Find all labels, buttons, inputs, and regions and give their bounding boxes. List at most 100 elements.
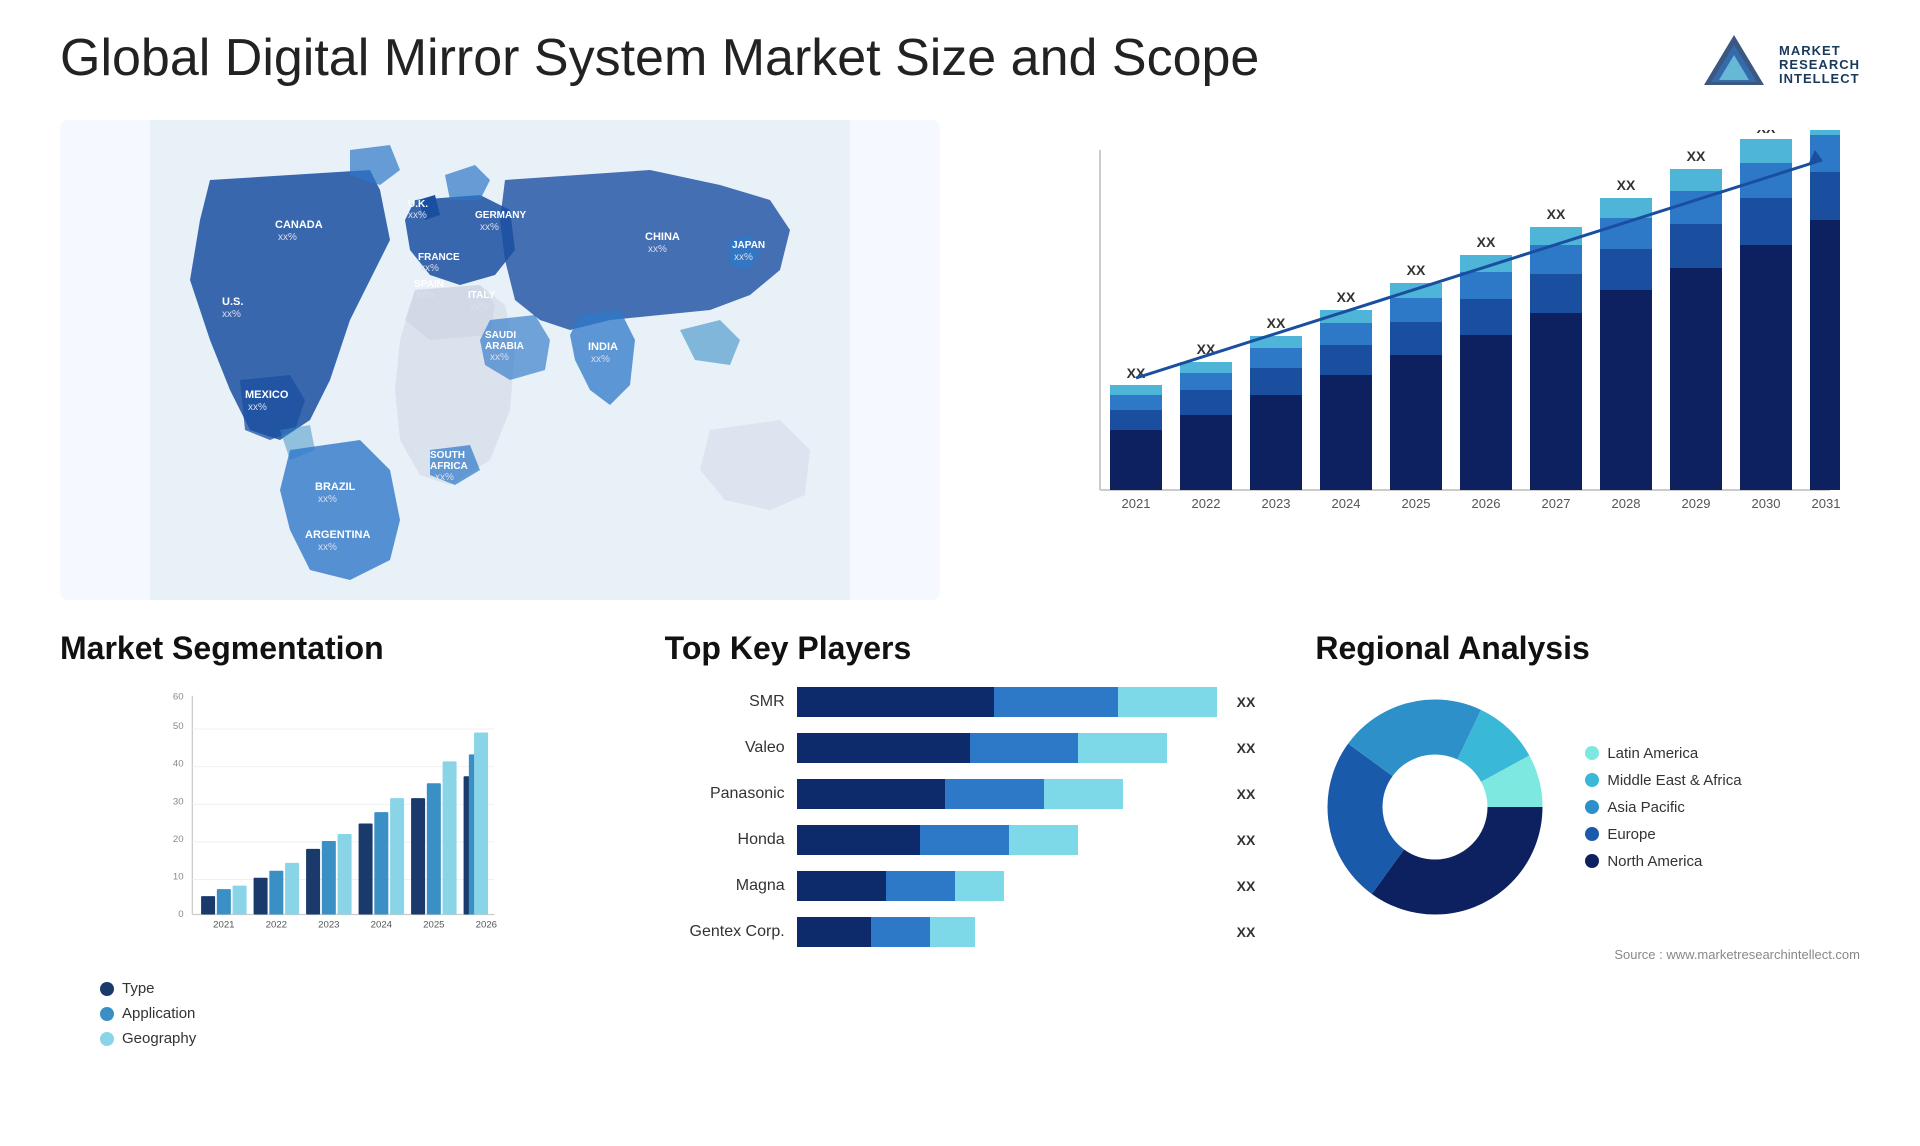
hbar-seg-0-0 — [797, 687, 995, 717]
svg-text:50: 50 — [173, 721, 184, 732]
svg-text:20: 20 — [173, 834, 184, 845]
svg-text:2021: 2021 — [213, 920, 234, 931]
svg-text:2025: 2025 — [423, 920, 444, 931]
segmentation-title: Market Segmentation — [60, 630, 605, 667]
logo-line3: INTELLECT — [1779, 72, 1860, 86]
hbar-seg-1-1 — [970, 733, 1079, 763]
svg-text:XX: XX — [1337, 289, 1356, 305]
svg-text:xx%: xx% — [470, 302, 489, 313]
svg-text:2030: 2030 — [1752, 496, 1781, 511]
hbar-row-magna: MagnaXX — [665, 871, 1256, 901]
source-text: Source : www.marketresearchintellect.com — [1315, 947, 1860, 962]
hbars-container: SMRXXValeoXXPanasonicXXHondaXXMagnaXXGen… — [665, 687, 1256, 947]
legend-north-america: North America — [1585, 853, 1741, 870]
hbar-row-valeo: Valeo XX — [665, 733, 1256, 763]
svg-text:xx%: xx% — [480, 222, 499, 233]
legend-application: Application — [100, 1005, 605, 1022]
svg-text:xx%: xx% — [490, 352, 509, 363]
hbar-track-4 — [797, 871, 1217, 901]
world-map-section: CANADA xx% U.S. xx% MEXICO xx% BRAZIL xx… — [60, 120, 940, 600]
legend-europe: Europe — [1585, 826, 1741, 843]
hbar-seg-5-0 — [797, 917, 871, 947]
legend-type: Type — [100, 980, 605, 997]
hbar-value-5: XX — [1237, 924, 1256, 940]
hbar-label-0: SMR — [665, 693, 785, 711]
svg-text:xx%: xx% — [420, 263, 439, 274]
svg-text:xx%: xx% — [248, 402, 267, 413]
svg-text:XX: XX — [1407, 262, 1426, 278]
hbar-seg-0-2 — [1118, 687, 1217, 717]
hbar-seg-1-2 — [1078, 733, 1167, 763]
dot-asia-pacific — [1585, 800, 1599, 814]
svg-text:40: 40 — [173, 759, 184, 770]
svg-text:JAPAN: JAPAN — [732, 240, 765, 251]
svg-text:xx%: xx% — [222, 309, 241, 320]
logo-icon — [1699, 30, 1769, 100]
dot-europe — [1585, 827, 1599, 841]
svg-text:2031: 2031 — [1812, 496, 1840, 511]
svg-text:2024: 2024 — [1332, 496, 1361, 511]
svg-text:FRANCE: FRANCE — [418, 252, 460, 263]
svg-text:2025: 2025 — [1402, 496, 1431, 511]
logo-text: MARKET RESEARCH INTELLECT — [1779, 44, 1860, 87]
svg-text:0: 0 — [178, 909, 183, 920]
hbar-seg-3-1 — [920, 825, 1009, 855]
svg-text:xx%: xx% — [408, 210, 427, 221]
legend-asia-pacific: Asia Pacific — [1585, 799, 1741, 816]
hbar-seg-3-0 — [797, 825, 921, 855]
svg-text:XX: XX — [1547, 206, 1566, 222]
svg-text:xx%: xx% — [278, 232, 297, 243]
svg-text:U.K.: U.K. — [408, 199, 428, 210]
svg-text:BRAZIL: BRAZIL — [315, 481, 356, 493]
hbar-value-1: XX — [1237, 740, 1256, 756]
logo: MARKET RESEARCH INTELLECT — [1699, 30, 1860, 100]
svg-text:60: 60 — [173, 691, 184, 702]
hbar-row-honda: HondaXX — [665, 825, 1256, 855]
hbar-track-0 — [797, 687, 1217, 717]
hbar-label-2: Panasonic — [665, 785, 785, 803]
hbar-label-1: Valeo — [665, 739, 785, 757]
label-latin-america: Latin America — [1607, 745, 1698, 762]
svg-text:SPAIN: SPAIN — [414, 279, 444, 290]
svg-text:ITALY: ITALY — [468, 290, 496, 301]
legend-geography: Geography — [100, 1030, 605, 1047]
label-asia-pacific: Asia Pacific — [1607, 799, 1685, 816]
key-players-section: Top Key Players SMRXXValeoXXPanasonicXXH… — [645, 630, 1276, 1047]
hbar-seg-2-2 — [1044, 779, 1123, 809]
svg-text:U.S.: U.S. — [222, 296, 243, 308]
legend-dot-geography — [100, 1032, 114, 1046]
svg-text:xx%: xx% — [416, 290, 435, 301]
regional-title: Regional Analysis — [1315, 630, 1860, 667]
trend-chart-section: XX 2021 XX 2022 XX 2023 — [980, 120, 1860, 600]
svg-text:xx%: xx% — [318, 542, 337, 553]
hbar-value-4: XX — [1237, 878, 1256, 894]
svg-text:xx%: xx% — [591, 354, 610, 365]
svg-text:AFRICA: AFRICA — [430, 461, 468, 472]
label-europe: Europe — [1607, 826, 1655, 843]
svg-text:xx%: xx% — [318, 494, 337, 505]
logo-line1: MARKET — [1779, 44, 1860, 58]
hbar-seg-1-0 — [797, 733, 970, 763]
hbar-row-smr: SMRXX — [665, 687, 1256, 717]
svg-text:2027: 2027 — [1542, 496, 1571, 511]
label-middle-east: Middle East & Africa — [1607, 772, 1741, 789]
svg-text:ARGENTINA: ARGENTINA — [305, 529, 370, 541]
hbar-seg-4-0 — [797, 871, 886, 901]
page-title: Global Digital Mirror System Market Size… — [60, 30, 1259, 87]
svg-text:SAUDI: SAUDI — [485, 330, 516, 341]
hbar-track-2 — [797, 779, 1217, 809]
dot-middle-east — [1585, 773, 1599, 787]
hbar-value-2: XX — [1237, 786, 1256, 802]
svg-text:2026: 2026 — [476, 920, 497, 931]
world-map-svg: CANADA xx% U.S. xx% MEXICO xx% BRAZIL xx… — [60, 120, 940, 600]
legend-dot-type — [100, 982, 114, 996]
page: Global Digital Mirror System Market Size… — [0, 0, 1920, 1146]
legend-label-application: Application — [122, 1005, 195, 1022]
svg-text:2026: 2026 — [1472, 496, 1501, 511]
svg-text:XX: XX — [1477, 234, 1496, 250]
hbar-track-3 — [797, 825, 1217, 855]
svg-text:XX: XX — [1757, 130, 1776, 136]
hbar-label-3: Honda — [665, 831, 785, 849]
svg-text:10: 10 — [173, 872, 184, 883]
legend-dot-application — [100, 1007, 114, 1021]
